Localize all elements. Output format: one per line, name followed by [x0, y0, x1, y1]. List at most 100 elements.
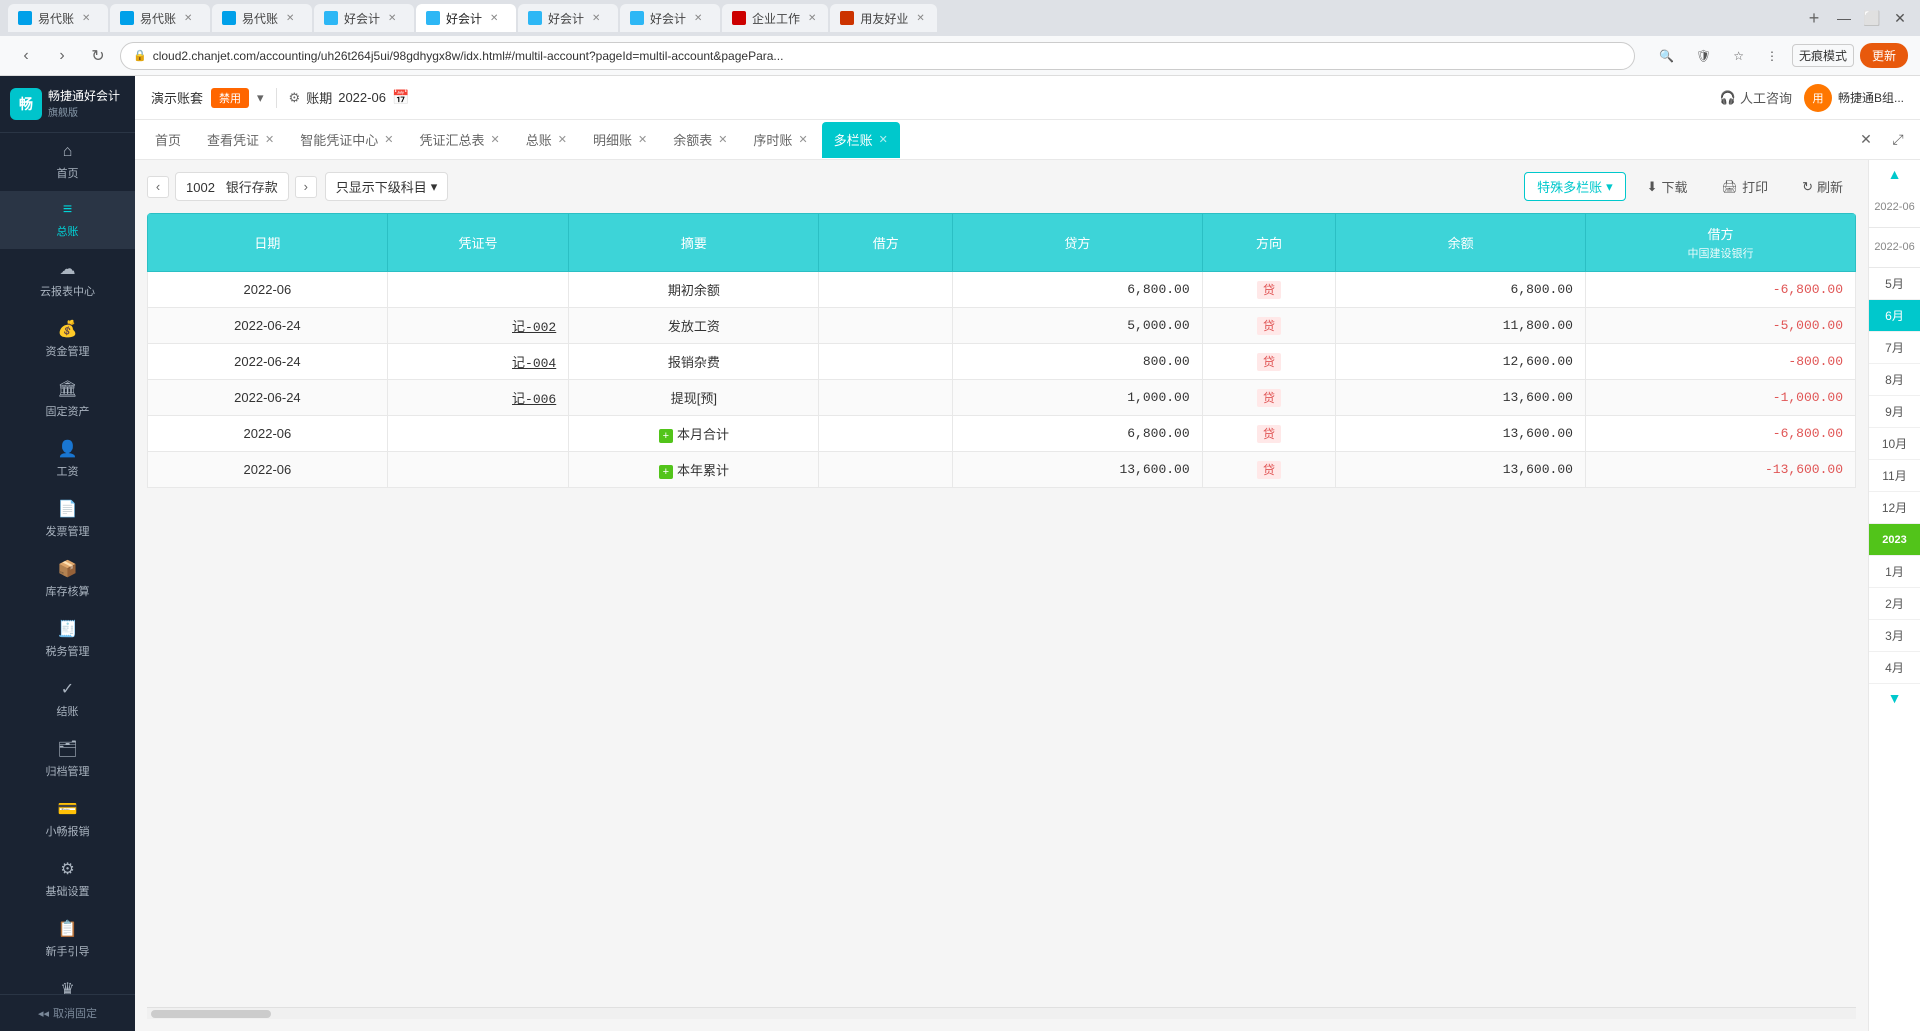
close-tab-balance-table-icon[interactable]: ✕: [718, 133, 727, 146]
browser-tab-5[interactable]: 好会计✕: [416, 4, 516, 32]
close-tab-smart-voucher-icon[interactable]: ✕: [384, 133, 393, 146]
close-tab-general-ledger-icon[interactable]: ✕: [558, 133, 567, 146]
new-tab-button[interactable]: +: [1800, 4, 1828, 32]
sidebar-item-expense[interactable]: 💳小畅报销: [0, 789, 135, 849]
update-button[interactable]: 更新: [1860, 43, 1908, 68]
sidebar-item-member[interactable]: ♛畅会员: [0, 969, 135, 994]
month-item-8月[interactable]: 8月: [1869, 364, 1920, 396]
sidebar-item-home[interactable]: ⌂首页: [0, 133, 135, 191]
page-tab-detail-ledger[interactable]: 明细账✕: [581, 122, 659, 158]
browser-chrome: 易代账✕易代账✕易代账✕好会计✕好会计✕好会计✕好会计✕企业工作✕用友好业✕ +…: [0, 0, 1920, 36]
sidebar-item-invoice[interactable]: 📄发票管理: [0, 489, 135, 549]
close-tab-sequence-ledger-icon[interactable]: ✕: [798, 133, 807, 146]
month-item-7月[interactable]: 7月: [1869, 332, 1920, 364]
browser-settings-icon[interactable]: ⋮: [1758, 45, 1786, 67]
shield-icon[interactable]: 🛡: [1688, 45, 1719, 67]
browser-tab-1[interactable]: 易代账✕: [8, 4, 108, 32]
sidebar-item-fixed-asset[interactable]: 🏛固定资产: [0, 369, 135, 429]
month-item-1月[interactable]: 1月: [1869, 556, 1920, 588]
scroll-thumb[interactable]: [151, 1010, 271, 1018]
fund-icon: 💰: [58, 319, 78, 339]
close-tab-voucher-view-icon[interactable]: ✕: [265, 133, 274, 146]
page-tab-general-ledger[interactable]: 总账✕: [514, 122, 579, 158]
browser-tab-8[interactable]: 企业工作✕: [722, 4, 828, 32]
scroll-down-button[interactable]: ▼: [1869, 684, 1920, 712]
special-col-cell: -5,000.00: [1585, 308, 1855, 344]
browser-tab-4[interactable]: 好会计✕: [314, 4, 414, 32]
month-item-6月[interactable]: 6月: [1869, 300, 1920, 332]
voucher-link[interactable]: 记-006: [387, 380, 568, 416]
page-tab-voucher-summary[interactable]: 凭证汇总表✕: [407, 122, 511, 158]
page-tab-sequence-ledger[interactable]: 序时账✕: [741, 122, 819, 158]
page-tab-smart-voucher[interactable]: 智能凭证中心✕: [288, 122, 405, 158]
reload-button[interactable]: ↻: [84, 42, 112, 70]
consult-button[interactable]: 🎧 人工咨询: [1720, 88, 1792, 107]
demo-dropdown-icon[interactable]: ▾: [257, 90, 264, 106]
minimize-button[interactable]: —: [1832, 6, 1856, 30]
close-tab-voucher-summary-icon[interactable]: ✕: [491, 133, 500, 146]
main-content: 演示账套 禁用 ▾ ⚙ 账期 2022-06 📅 🎧 人工咨询 用 畅捷通B组.…: [135, 76, 1920, 1031]
sidebar-item-payroll[interactable]: 👤工资: [0, 429, 135, 489]
back-button[interactable]: ‹: [12, 42, 40, 70]
demo-tag[interactable]: 禁用: [211, 88, 249, 108]
sidebar-item-guide[interactable]: 📋新手引导: [0, 909, 135, 969]
sidebar-item-inventory[interactable]: 📦库存核算: [0, 549, 135, 609]
browser-tab-3[interactable]: 易代账✕: [212, 4, 312, 32]
month-item-9月[interactable]: 9月: [1869, 396, 1920, 428]
subcategory-button[interactable]: 只显示下级科目 ▾: [325, 172, 449, 201]
sidebar-item-cloud-report[interactable]: ☁云报表中心: [0, 249, 135, 309]
sidebar-item-settings[interactable]: ⚙基础设置: [0, 849, 135, 909]
page-tab-balance-table[interactable]: 余额表✕: [661, 122, 739, 158]
page-tab-multi-col[interactable]: 多栏账✕: [822, 122, 900, 158]
debit-cell: [819, 416, 953, 452]
download-button[interactable]: ⬇ 下载: [1634, 172, 1701, 201]
close-button[interactable]: ✕: [1888, 6, 1912, 30]
month-item-12月[interactable]: 12月: [1869, 492, 1920, 524]
month-item-10月[interactable]: 10月: [1869, 428, 1920, 460]
star-icon[interactable]: ☆: [1725, 45, 1752, 67]
month-item-2月[interactable]: 2月: [1869, 588, 1920, 620]
incognito-label[interactable]: 无痕模式: [1792, 44, 1854, 67]
sidebar-item-fund[interactable]: 💰资金管理: [0, 309, 135, 369]
sidebar-item-close[interactable]: ✓结账: [0, 669, 135, 729]
page-tab-home[interactable]: 首页: [143, 122, 193, 158]
expand-tab-panel-button[interactable]: ⤢: [1884, 126, 1912, 154]
month-item-5月[interactable]: 5月: [1869, 268, 1920, 300]
period-value: 2022-06: [338, 90, 386, 105]
settings-icon[interactable]: ⚙: [289, 90, 301, 106]
user-avatar[interactable]: 用: [1804, 84, 1832, 112]
calendar-icon[interactable]: 📅: [392, 89, 409, 106]
browser-tab-6[interactable]: 好会计✕: [518, 4, 618, 32]
month-item-2023[interactable]: 2023: [1869, 524, 1920, 556]
sidebar-item-ledger[interactable]: ≡总账: [0, 191, 135, 249]
maximize-button[interactable]: ⬜: [1860, 6, 1884, 30]
month-item-11月[interactable]: 11月: [1869, 460, 1920, 492]
prev-account-button[interactable]: ‹: [147, 176, 169, 198]
sidebar-item-archive[interactable]: 🗂归档管理: [0, 729, 135, 789]
voucher-link[interactable]: 记-002: [387, 308, 568, 344]
page-tab-voucher-view[interactable]: 查看凭证✕: [195, 122, 286, 158]
horizontal-scrollbar[interactable]: [147, 1007, 1856, 1019]
search-icon[interactable]: 🔍: [1651, 45, 1682, 67]
next-account-button[interactable]: ›: [295, 176, 317, 198]
scroll-up-button[interactable]: ▲: [1869, 160, 1920, 188]
sidebar-item-tax[interactable]: 🧾税务管理: [0, 609, 135, 669]
print-button[interactable]: 🖨 打印: [1709, 172, 1782, 201]
special-col-button[interactable]: 特殊多栏账 ▾: [1524, 172, 1626, 201]
close-tab-detail-ledger-icon[interactable]: ✕: [638, 133, 647, 146]
table-row: 2022-06 +本月合计 6,800.00 贷 13,600.00 -6,80…: [148, 416, 1856, 452]
url-bar[interactable]: 🔒 cloud2.chanjet.com/accounting/uh26t264…: [120, 42, 1635, 70]
sidebar-footer-button[interactable]: ◂◂ 取消固定: [0, 994, 135, 1031]
collapse-tab-panel-button[interactable]: ✕: [1852, 126, 1880, 154]
refresh-button[interactable]: ↻ 刷新: [1789, 172, 1856, 201]
account-selector[interactable]: 1002 银行存款: [175, 172, 289, 201]
forward-button[interactable]: ›: [48, 42, 76, 70]
close-tab-multi-col-icon[interactable]: ✕: [879, 133, 888, 146]
browser-tab-9[interactable]: 用友好业✕: [830, 4, 936, 32]
month-item-4月[interactable]: 4月: [1869, 652, 1920, 684]
month-item-3月[interactable]: 3月: [1869, 620, 1920, 652]
headset-icon: 🎧: [1720, 90, 1736, 106]
browser-tab-2[interactable]: 易代账✕: [110, 4, 210, 32]
browser-tab-7[interactable]: 好会计✕: [620, 4, 720, 32]
voucher-link[interactable]: 记-004: [387, 344, 568, 380]
